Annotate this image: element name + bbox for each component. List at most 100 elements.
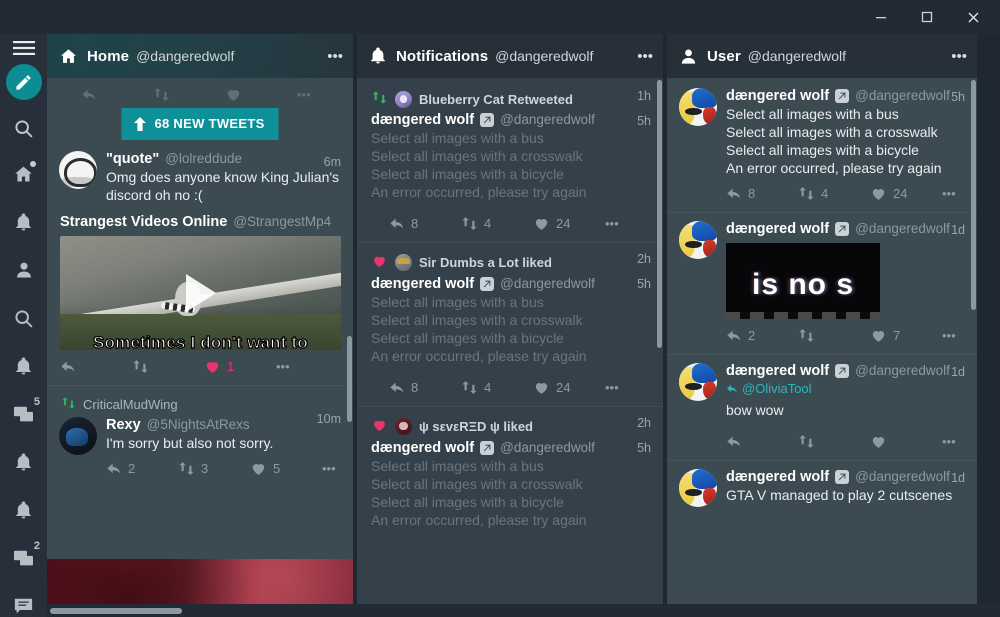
column-scrollbar-user[interactable]: [970, 78, 976, 617]
reply-button[interactable]: [726, 434, 798, 450]
retweet-button[interactable]: 4: [461, 379, 533, 396]
retweet-button[interactable]: 4: [461, 215, 533, 232]
like-button[interactable]: 24: [870, 185, 942, 202]
like-button[interactable]: [870, 433, 942, 450]
column-scrollbar-notifications[interactable]: [656, 78, 662, 617]
more-button[interactable]: •••: [942, 328, 956, 343]
horizontal-scrollbar[interactable]: [47, 604, 1000, 617]
sidebar-item-messages[interactable]: 5: [0, 390, 47, 438]
tweet-actions: 2 3 5 •••: [106, 452, 341, 483]
column-header-user[interactable]: User @dangeredwolf •••: [667, 34, 977, 78]
context-timestamp: 1h: [637, 89, 651, 103]
tweet-text: Select all images with a bus Select all …: [371, 458, 587, 528]
play-icon[interactable]: [185, 274, 216, 312]
retweet-button[interactable]: [132, 358, 204, 375]
like-button[interactable]: 1: [204, 358, 276, 375]
avatar[interactable]: [395, 254, 412, 271]
like-button[interactable]: 7: [870, 327, 942, 344]
display-name: dængered wolf: [726, 221, 830, 237]
tweet-item[interactable]: 1d dængered wolf @dangeredwolf: [667, 212, 977, 354]
horizontal-scrollbar-thumb[interactable]: [50, 608, 182, 614]
retweet-icon: [371, 90, 388, 108]
like-button[interactable]: 24: [533, 379, 605, 396]
avatar[interactable]: [679, 221, 717, 259]
tweet-timestamp: 1d: [951, 365, 965, 379]
column-header-home[interactable]: Home @dangeredwolf •••: [47, 34, 353, 78]
retweet-button[interactable]: 4: [798, 185, 870, 202]
tweet-item[interactable]: 5h dængered wolf @dangeredwolf Select al…: [667, 78, 977, 212]
reply-button[interactable]: [60, 359, 132, 375]
avatar[interactable]: [679, 88, 717, 126]
reply-button[interactable]: 2: [106, 461, 178, 477]
compose-button[interactable]: [5, 64, 42, 100]
maximize-button[interactable]: [904, 0, 950, 34]
tweet-item[interactable]: Strangest Videos Online @StrangestMp4 So…: [47, 208, 353, 385]
avatar[interactable]: [679, 363, 717, 401]
notification-item[interactable]: 2h ψ sεvεRΞD ψ liked 5h dængered wolf @d…: [357, 406, 663, 533]
tweet-media-image[interactable]: is no s: [726, 243, 880, 319]
avatar[interactable]: [395, 90, 412, 108]
retweet-button[interactable]: [798, 327, 870, 344]
notification-item[interactable]: 2h Sir Dumbs a Lot liked 5h dængered wol…: [357, 242, 663, 406]
avatar[interactable]: [395, 418, 412, 435]
sidebar-item-notifications-2[interactable]: [0, 342, 47, 390]
reply-arrow-icon: [727, 384, 737, 392]
like-button[interactable]: 5: [250, 460, 322, 477]
reply-button[interactable]: 2: [726, 328, 798, 344]
column-home: Home @dangeredwolf ••• ••• 68 NEW TWEETS…: [47, 34, 357, 617]
minimize-button[interactable]: [858, 0, 904, 34]
retweet-button[interactable]: [798, 433, 870, 450]
avatar[interactable]: [59, 151, 97, 189]
reply-button[interactable]: 8: [389, 380, 461, 396]
tweet-text: Select all images with a bus Select all …: [371, 294, 587, 364]
tweet-media-video[interactable]: Sometimes I don't want to: [60, 236, 341, 350]
close-button[interactable]: [950, 0, 996, 34]
sidebar-item-search[interactable]: [0, 106, 47, 150]
sidebar-item-messages-2[interactable]: 2: [0, 534, 47, 582]
reply-button[interactable]: [81, 87, 153, 103]
verified-badge-icon: [835, 222, 850, 236]
more-button[interactable]: •••: [297, 87, 311, 102]
tweet-timestamp: 1d: [951, 471, 965, 485]
retweet-count: 4: [821, 186, 829, 201]
user-handle: @StrangestMp4: [233, 214, 332, 229]
hamburger-icon[interactable]: [0, 40, 47, 56]
user-handle: @lolreddude: [165, 151, 242, 166]
like-button[interactable]: 24: [533, 215, 605, 232]
more-button[interactable]: •••: [276, 359, 290, 374]
column-options-button[interactable]: •••: [327, 48, 343, 65]
tweet-item[interactable]: 1d dængered wolf @dangeredwolf: [667, 354, 977, 460]
sidebar-item-notifications-4[interactable]: [0, 486, 47, 534]
more-button[interactable]: •••: [322, 461, 336, 476]
sidebar-item-notifications[interactable]: [0, 198, 47, 246]
column-options-button[interactable]: •••: [951, 48, 967, 65]
sidebar-item-notifications-3[interactable]: [0, 438, 47, 486]
column-options-button[interactable]: •••: [637, 48, 653, 65]
user-handle: @dangeredwolf: [500, 276, 595, 291]
retweet-button[interactable]: 3: [178, 460, 250, 477]
avatar[interactable]: [679, 469, 717, 507]
tweet-item[interactable]: CriticalMudWing 10m Rexy @5NightsAtRexs …: [47, 385, 353, 487]
like-button[interactable]: [225, 86, 297, 103]
like-count: 24: [556, 380, 571, 395]
tweet-text: GTA V managed to play 2 cutscenes: [726, 487, 953, 503]
display-name: "quote": [106, 151, 160, 167]
sidebar-item-home[interactable]: [0, 150, 47, 198]
retweet-button[interactable]: [153, 86, 225, 103]
notification-item[interactable]: 1h Blueberry Cat Retweeted 5h dængered w…: [357, 78, 663, 242]
column-header-notifications[interactable]: Notifications @dangeredwolf •••: [357, 34, 663, 78]
more-button[interactable]: •••: [605, 380, 619, 395]
new-tweets-pill[interactable]: 68 NEW TWEETS: [121, 108, 279, 140]
more-button[interactable]: •••: [605, 216, 619, 231]
sidebar-item-lists[interactable]: [0, 582, 47, 617]
more-button[interactable]: •••: [942, 434, 956, 449]
reply-to-label[interactable]: @OliviaTool: [726, 381, 965, 396]
sidebar-item-search-2[interactable]: [0, 294, 47, 342]
reply-button[interactable]: 8: [389, 216, 461, 232]
avatar[interactable]: [59, 417, 97, 455]
column-scrollbar-home[interactable]: [346, 78, 352, 617]
sidebar-item-profile[interactable]: [0, 246, 47, 294]
more-button[interactable]: •••: [942, 186, 956, 201]
reply-button[interactable]: 8: [726, 186, 798, 202]
tweet-item[interactable]: 1d dængered wolf @dangeredwolf: [667, 460, 977, 511]
